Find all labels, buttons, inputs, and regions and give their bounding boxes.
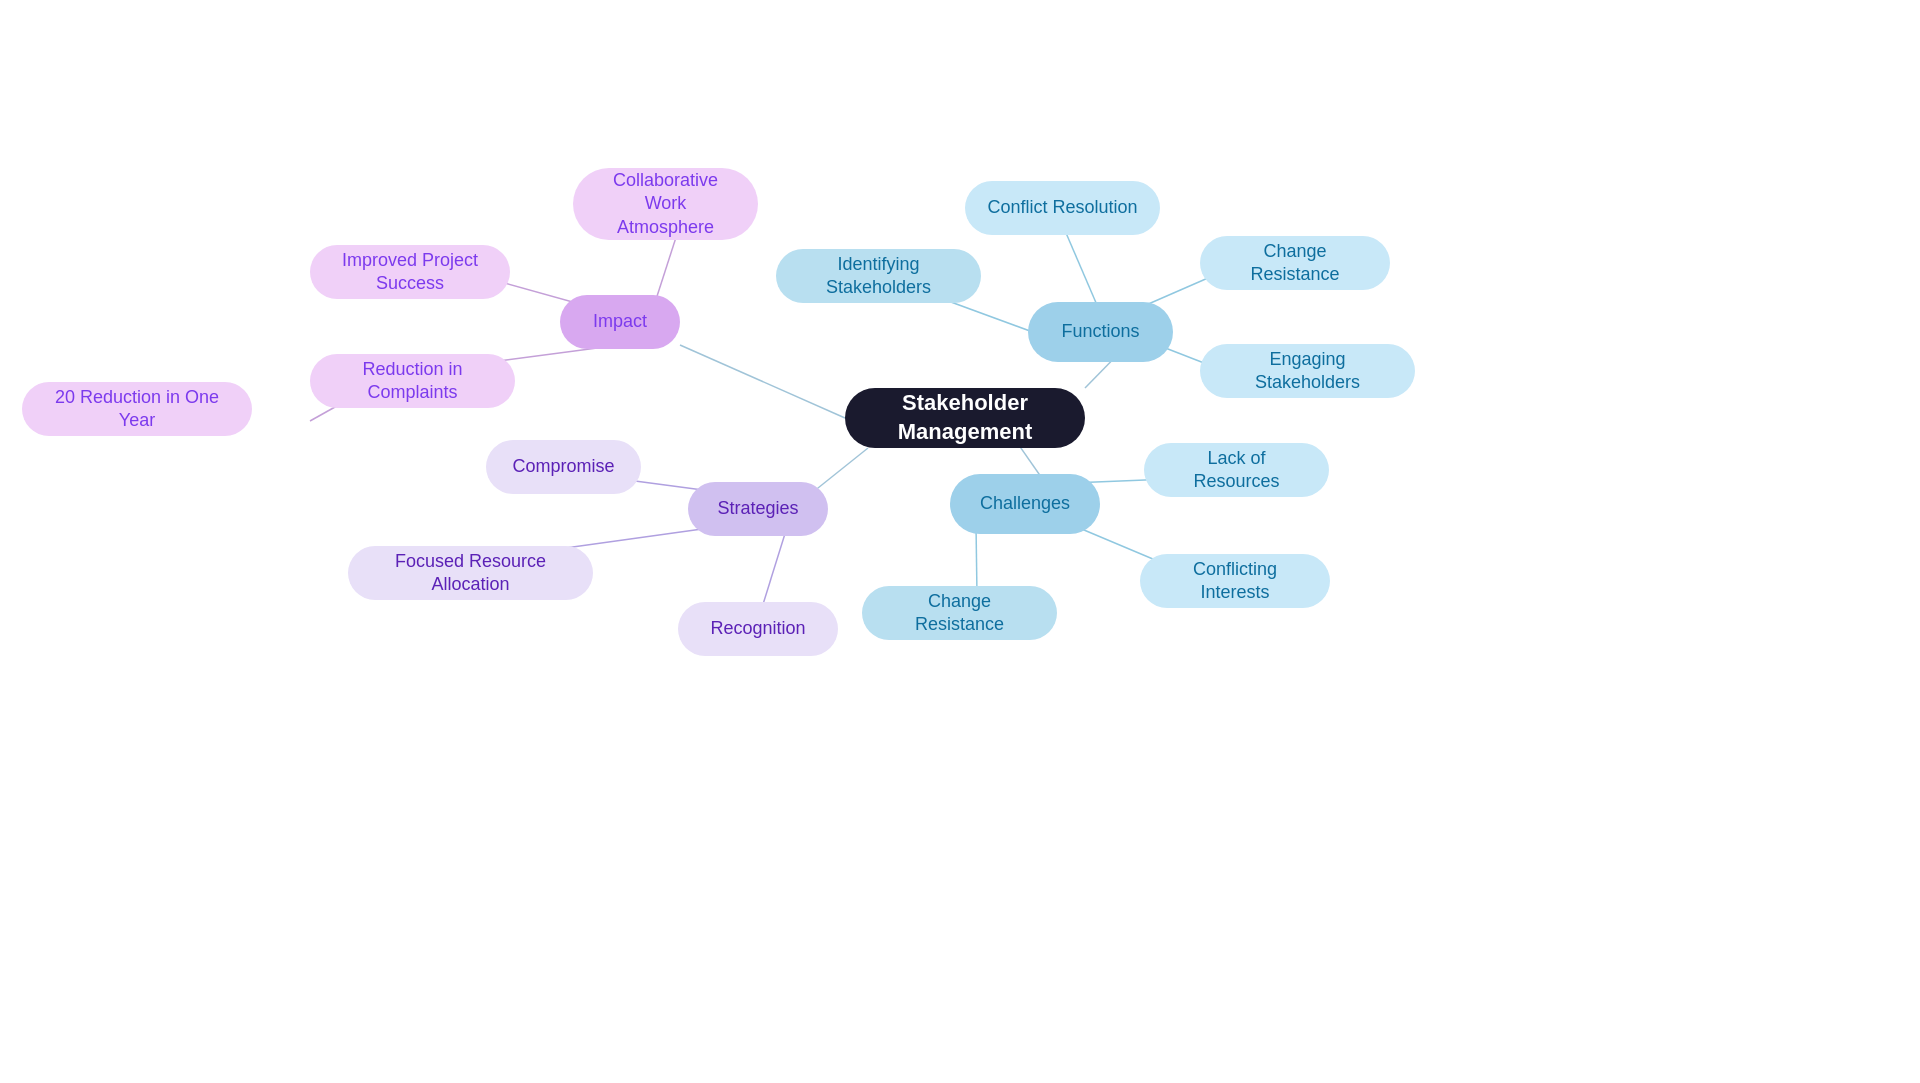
challenges-node: Challenges (950, 474, 1100, 534)
recognition-node: Recognition (678, 602, 838, 656)
functions-node: Functions (1028, 302, 1173, 362)
change-resistance-bottom-node: Change Resistance (862, 586, 1057, 640)
center-node: Stakeholder Management (845, 388, 1085, 448)
impact-node: Impact (560, 295, 680, 349)
twenty-reduction-node: 20 Reduction in One Year (22, 382, 252, 436)
improved-project-node: Improved Project Success (310, 245, 510, 299)
change-resistance-top-node: Change Resistance (1200, 236, 1390, 290)
conflict-resolution-node: Conflict Resolution (965, 181, 1160, 235)
focused-resource-node: Focused Resource Allocation (348, 546, 593, 600)
lack-of-resources-node: Lack of Resources (1144, 443, 1329, 497)
conflicting-interests-node: Conflicting Interests (1140, 554, 1330, 608)
collaborative-work-node: Collaborative Work Atmosphere (573, 168, 758, 240)
strategies-node: Strategies (688, 482, 828, 536)
svg-line-10 (760, 524, 788, 614)
engaging-stakeholders-node: Engaging Stakeholders (1200, 344, 1415, 398)
compromise-node: Compromise (486, 440, 641, 494)
identifying-stakeholders-node: Identifying Stakeholders (776, 249, 981, 303)
svg-line-0 (680, 345, 845, 418)
reduction-complaints-node: Reduction in Complaints (310, 354, 515, 408)
